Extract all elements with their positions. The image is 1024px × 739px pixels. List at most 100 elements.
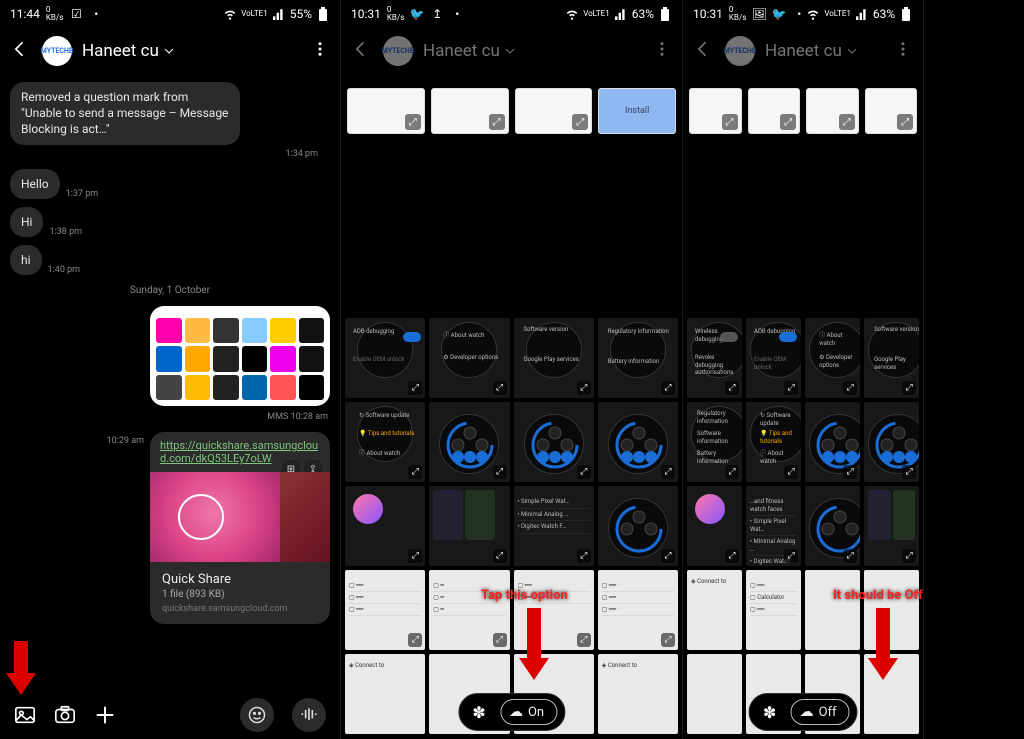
gallery-thumb[interactable]: ⤢ — [347, 88, 425, 134]
expand-icon[interactable]: ⤢ — [725, 381, 739, 395]
expand-icon[interactable]: ⤢ — [408, 465, 422, 479]
gallery-thumb[interactable]: ⤢ — [431, 88, 509, 134]
gallery-item[interactable]: 70%⤢ — [429, 402, 509, 482]
gallery-grid[interactable]: ADB debuggingEnable OEM unlock⤢ ⓘ About … — [341, 318, 682, 739]
expand-icon[interactable]: ⤢ — [897, 114, 913, 130]
back-button[interactable] — [691, 39, 715, 63]
gallery-item[interactable]: ◈ Connect to — [687, 570, 742, 650]
expand-icon[interactable]: ⤢ — [661, 465, 675, 479]
message-bubble[interactable]: hi — [10, 245, 42, 275]
gallery-item[interactable]: ⤢ — [805, 486, 860, 566]
gallery-thumb[interactable]: ⤢ — [515, 88, 593, 134]
chat-title[interactable]: Haneet cu — [423, 41, 640, 61]
link-preview-card[interactable]: Quick Share 1 file (893 KB) quickshare.s… — [150, 562, 330, 624]
voice-button[interactable] — [292, 698, 326, 732]
gallery-item[interactable]: ⓘ About watch⚙ Developer options⤢ — [429, 318, 509, 398]
more-button[interactable] — [650, 40, 674, 62]
emoji-button[interactable] — [240, 698, 274, 732]
expand-icon[interactable]: ⤢ — [493, 633, 507, 647]
expand-icon[interactable]: ⤢ — [722, 114, 738, 130]
gallery-item[interactable]: ⤢ — [864, 402, 919, 482]
grid-icon[interactable]: ⊞ — [282, 460, 300, 478]
expand-icon[interactable]: ⤢ — [405, 114, 421, 130]
gallery-item[interactable]: ↻ Software update💡 Tips and tutorialsⓘ A… — [345, 402, 425, 482]
expand-icon[interactable]: ⤢ — [661, 549, 675, 563]
back-button[interactable] — [349, 39, 373, 63]
gallery-item[interactable]: ⤢ — [514, 402, 594, 482]
gallery-item[interactable]: ⤢ — [805, 402, 860, 482]
share-icon[interactable]: ⇪ — [304, 460, 322, 478]
expand-icon[interactable]: ⤢ — [902, 549, 916, 563]
avatar[interactable]: MYTECHB — [725, 36, 755, 66]
expand-icon[interactable]: ⤢ — [577, 381, 591, 395]
expand-icon[interactable]: ⤢ — [661, 633, 675, 647]
image-message[interactable] — [150, 306, 330, 406]
gallery-item[interactable]: • Simple Pixel Wat…• Minimal Analog …• D… — [514, 486, 594, 566]
gallery-item[interactable]: ⤢ — [598, 486, 678, 566]
expand-icon[interactable]: ⤢ — [784, 465, 798, 479]
gallery-item[interactable]: ▢ ━━▢ Calculator▢ ━━ — [746, 570, 801, 650]
expand-icon[interactable]: ⤢ — [408, 633, 422, 647]
expand-icon[interactable]: ⤢ — [493, 549, 507, 563]
expand-icon[interactable]: ⤢ — [843, 381, 857, 395]
gallery-item[interactable]: ADB debuggingEnable OEM unlock⤢ — [345, 318, 425, 398]
camera-button[interactable] — [54, 704, 76, 726]
chat-title[interactable]: Haneet cu — [765, 41, 881, 61]
expand-icon[interactable]: ⤢ — [784, 549, 798, 563]
gallery-item[interactable]: Wireless debuggingRevoke debugging autho… — [687, 318, 742, 398]
back-button[interactable] — [8, 39, 32, 63]
gallery-item[interactable]: Software versionGoogle Play services⤢ — [514, 318, 594, 398]
expand-icon[interactable]: ⤢ — [843, 549, 857, 563]
gallery-item[interactable]: ADB debuggingEnable OEM unlock⤢ — [746, 318, 801, 398]
expand-icon[interactable]: ⤢ — [784, 381, 798, 395]
expand-icon[interactable]: ⤢ — [493, 381, 507, 395]
expand-icon[interactable]: ⤢ — [725, 465, 739, 479]
gallery-item[interactable]: ▢ ━━▢ ━━▢ ━━⤢ — [345, 570, 425, 650]
gallery-item[interactable]: ⤢ — [429, 486, 509, 566]
message-bubble[interactable]: Removed a question mark from "Unable to … — [10, 82, 240, 145]
gallery-item[interactable]: ◈ Connect to — [345, 654, 425, 734]
message-bubble[interactable]: Hi — [10, 207, 43, 237]
gallery-item[interactable]: ▢ ━━▢ ━━▢ ━━⤢ — [598, 570, 678, 650]
add-button[interactable] — [94, 704, 116, 726]
gallery-item[interactable]: ◈ Connect to — [598, 654, 678, 734]
gallery-item[interactable]: ⓘ About watch⚙ Developer options⤢ — [805, 318, 860, 398]
expand-icon[interactable]: ⤢ — [577, 633, 591, 647]
gallery-thumb[interactable]: ⤢ — [748, 88, 801, 134]
expand-icon[interactable]: ⤢ — [780, 114, 796, 130]
gallery-sync-toggle[interactable]: ✽ ☁ On — [458, 693, 565, 731]
chat-title[interactable]: Haneet cu — [82, 41, 298, 61]
expand-icon[interactable]: ⤢ — [577, 549, 591, 563]
expand-icon[interactable]: ⤢ — [408, 381, 422, 395]
expand-icon[interactable]: ⤢ — [577, 465, 591, 479]
expand-icon[interactable]: ⤢ — [661, 381, 675, 395]
avatar[interactable]: MYTECHB — [42, 36, 72, 66]
gallery-item[interactable]: ⤢ — [598, 402, 678, 482]
gallery-item[interactable]: ▢ ━▢ ━▢ ━⤢ — [429, 570, 509, 650]
more-button[interactable] — [308, 40, 332, 62]
more-button[interactable] — [891, 40, 915, 62]
gallery-item[interactable]: Software versionGoogle Play services⤢ — [864, 318, 919, 398]
gallery-item[interactable]: Regulatory informationBattery informatio… — [598, 318, 678, 398]
expand-icon[interactable]: ⤢ — [408, 549, 422, 563]
gallery-button[interactable] — [14, 704, 36, 726]
expand-icon[interactable]: ⤢ — [902, 465, 916, 479]
gallery-item[interactable]: …and fitness watch faces• Simple Pixel W… — [746, 486, 801, 566]
gallery-thumb[interactable]: ⤢ — [865, 88, 918, 134]
toggle-state[interactable]: ☁ On — [500, 699, 557, 725]
expand-icon[interactable]: ⤢ — [489, 114, 505, 130]
message-bubble[interactable]: Hello — [10, 169, 60, 199]
gallery-thumb-install[interactable]: Install — [598, 88, 676, 134]
expand-icon[interactable]: ⤢ — [843, 465, 857, 479]
gallery-item[interactable]: Regulatory informationSoftware informati… — [687, 402, 742, 482]
expand-icon[interactable]: ⤢ — [572, 114, 588, 130]
expand-icon[interactable]: ⤢ — [725, 549, 739, 563]
gallery-item[interactable]: ↻ Software update💡 Tips and tutorialsⓘ A… — [746, 402, 801, 482]
quickshare-message[interactable]: https://quickshare.samsungcloud.com/dkQ5… — [150, 432, 330, 624]
expand-icon[interactable]: ⤢ — [839, 114, 855, 130]
gallery-thumb[interactable]: ⤢ — [806, 88, 859, 134]
expand-icon[interactable]: ⤢ — [902, 381, 916, 395]
gallery-item[interactable]: ⤢ — [864, 486, 919, 566]
gallery-item[interactable]: ⤢ — [345, 486, 425, 566]
avatar[interactable]: MYTECHB — [383, 36, 413, 66]
